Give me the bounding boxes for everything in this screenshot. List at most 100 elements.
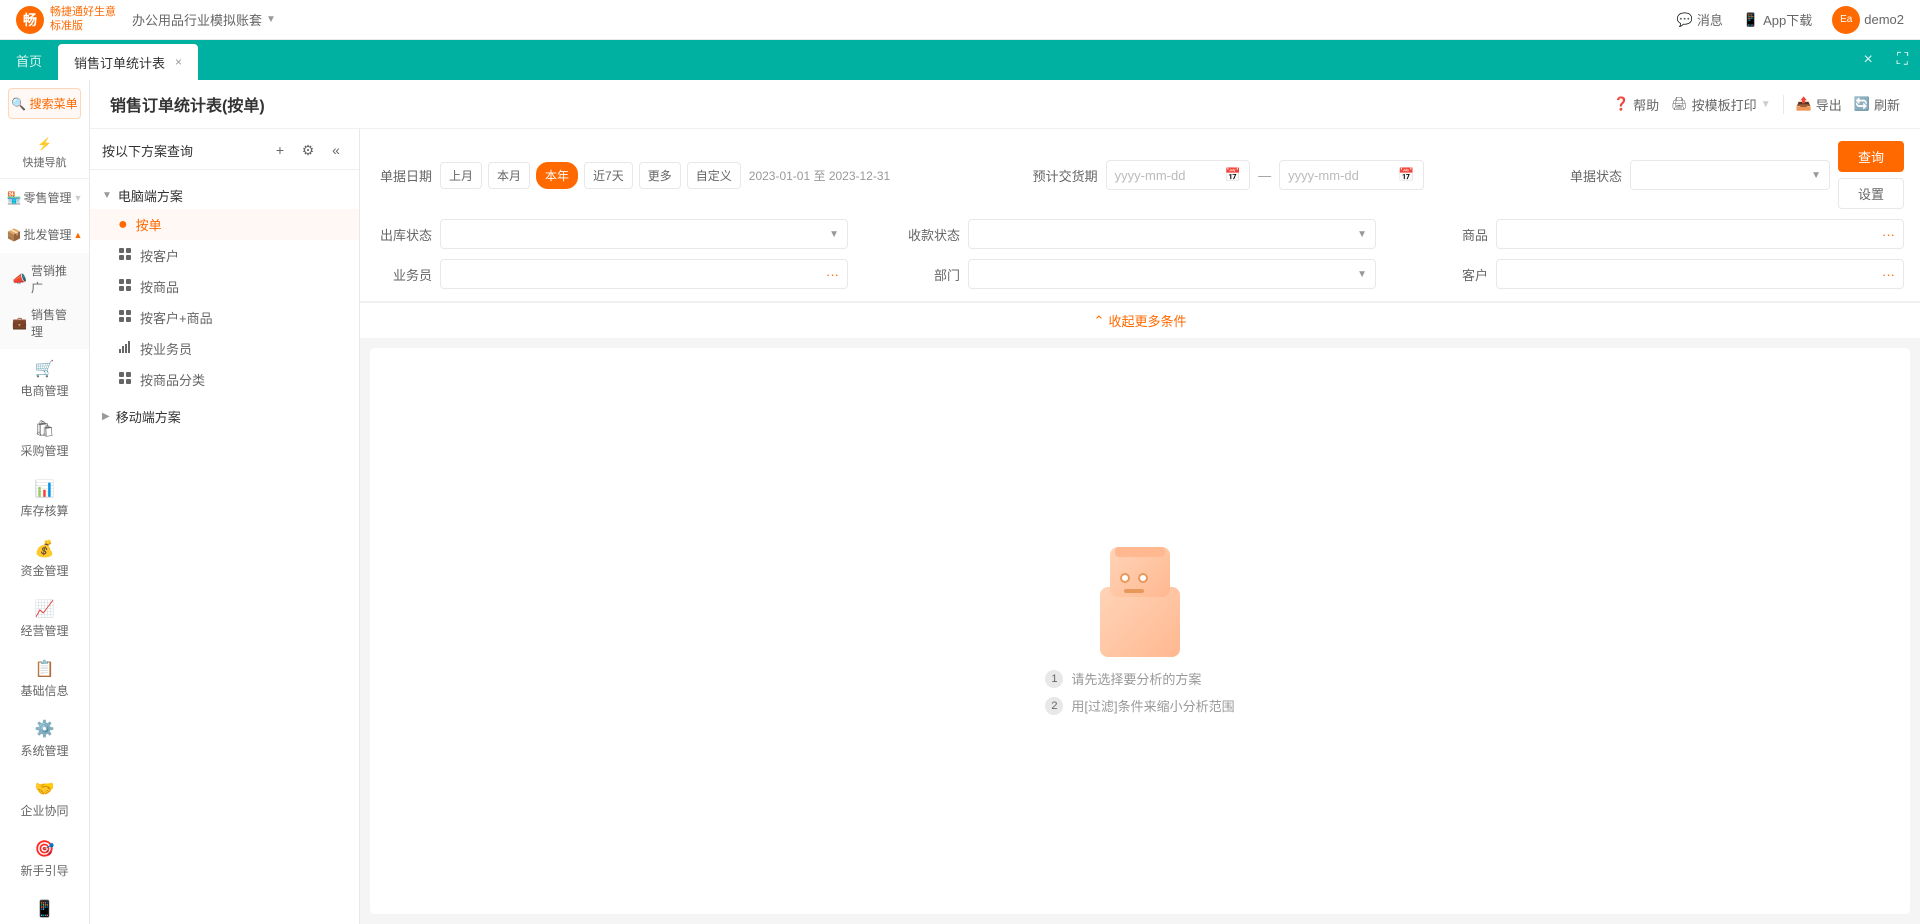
sidebar-item-operation[interactable]: 📈 经营管理 [0, 589, 89, 649]
page-title: 销售订单统计表(按单) [110, 92, 265, 128]
collapse-filters-button[interactable]: ⌃ 收起更多条件 [360, 302, 1920, 338]
delivery-status-select[interactable]: ▼ [440, 219, 848, 249]
payment-dropdown-icon: ▼ [1357, 229, 1367, 240]
tab-close-all-button[interactable]: × [1851, 51, 1884, 69]
department-select[interactable]: ▼ [968, 259, 1376, 289]
calendar2-icon: 📅 [1398, 167, 1414, 183]
tip-2-text: 用[过滤]条件来缩小分析范围 [1071, 696, 1234, 715]
scheme-panel: 按以下方案查询 + ⚙ « [90, 129, 360, 924]
date-prev-month-btn[interactable]: 上月 [440, 162, 482, 189]
sidebar-item-sales-label: 销售管理 [31, 306, 77, 340]
sidebar-item-wholesale[interactable]: 📦 批发管理 ▲ [0, 216, 89, 253]
help-button[interactable]: ❓ 帮助 [1613, 95, 1659, 114]
tab-home[interactable]: 首页 [0, 40, 58, 80]
scheme-group-mobile-header[interactable]: ▶ 移动端方案 [90, 403, 359, 430]
customer-input[interactable]: ··· [1496, 259, 1904, 289]
user-name: demo2 [1864, 12, 1904, 27]
sidebar-item-retail[interactable]: 🏪 零售管理 ▼ [0, 179, 89, 216]
customer-ellipsis[interactable]: ··· [1882, 267, 1895, 282]
date-more-btn[interactable]: 更多 [639, 162, 681, 189]
filter-row-2: 出库状态 ▼ 收款状态 ▼ 商品 [376, 219, 1904, 249]
goods-ellipsis[interactable]: ··· [1882, 227, 1895, 242]
scheme-settings-button[interactable]: ⚙ [297, 139, 319, 161]
scheme-panel-header: 按以下方案查询 + ⚙ « [90, 139, 359, 170]
scheme-goods-icon [118, 278, 132, 295]
sidebar-item-finance[interactable]: 💰 资金管理 [0, 529, 89, 589]
scheme-item-by-category[interactable]: 按商品分类 [90, 364, 359, 395]
sidebar-item-newbie[interactable]: 🎯 新手引导 [0, 829, 89, 889]
status-select[interactable]: ▼ [1630, 160, 1830, 190]
expected-date-start-input[interactable]: yyyy-mm-dd 📅 [1106, 160, 1250, 190]
sidebar-item-inventory-label: 库存核算 [20, 502, 68, 519]
sidebar-item-basic[interactable]: 📋 基础信息 [0, 649, 89, 709]
user-area[interactable]: Ea demo2 [1832, 6, 1904, 34]
app-selector[interactable]: 办公用品行业模拟账套 ▼ [124, 6, 284, 33]
sidebar-item-purchase[interactable]: 🛍 采购管理 [0, 409, 89, 469]
scheme-group-desktop-label: 电脑端方案 [118, 186, 183, 205]
filter-row-3: 业务员 ··· 部门 ▼ 客户 ··· [376, 259, 1904, 289]
export-icon: 📤 [1796, 96, 1812, 112]
goods-input[interactable]: ··· [1496, 219, 1904, 249]
sidebar-item-sales[interactable]: 💼 销售管理 [8, 301, 81, 345]
tab-sales-order-label: 销售订单统计表 [74, 53, 165, 72]
scheme-item-by-salesman[interactable]: 按业务员 [90, 333, 359, 364]
tab-close-icon[interactable]: × [175, 55, 182, 69]
scheme-list: ▼ 电脑端方案 ● 按单 按客户 [90, 170, 359, 442]
topbar-right: 💬 消息 📱 App下载 Ea demo2 [1677, 6, 1904, 34]
tabbar-actions: × ⛶ [1851, 51, 1920, 69]
query-button[interactable]: 查询 [1838, 141, 1904, 172]
logo-text: 畅捷通好生意 标准版 [50, 6, 116, 32]
sidebar-item-quicknav[interactable]: ⚡ 快捷导航 [0, 127, 89, 179]
scheme-item-by-goods-label: 按商品 [140, 277, 179, 296]
scheme-item-by-goods[interactable]: 按商品 [90, 271, 359, 302]
sidebar-item-inventory[interactable]: 📊 库存核算 [0, 469, 89, 529]
sidebar-item-ecommerce[interactable]: 🛒 电商管理 [0, 349, 89, 409]
sidebar-item-apps[interactable]: 📱 应用中心 [0, 889, 89, 924]
refresh-button[interactable]: 🔄 刷新 [1854, 95, 1900, 114]
filter-area: 单据日期 上月 本月 本年 近7天 更多 自定义 2023-01-01 至 20… [360, 129, 1920, 302]
sidebar-item-enterprise[interactable]: 🤝 企业协同 [0, 769, 89, 829]
status-label: 单据状态 [1566, 166, 1622, 185]
date-last-7-days-btn[interactable]: 近7天 [584, 162, 633, 189]
date-custom-btn[interactable]: 自定义 [687, 162, 741, 189]
print-label: 按模板打印 [1692, 95, 1757, 114]
salesman-input[interactable]: ··· [440, 259, 848, 289]
basic-icon: 📋 [35, 659, 55, 679]
print-button[interactable]: 🖨 按模板打印 ▼ [1671, 95, 1783, 114]
app-selector-label: 办公用品行业模拟账套 [132, 10, 262, 29]
collapse-chevron-icon: ⌃ [1094, 313, 1105, 329]
logo-char: 畅 [23, 10, 37, 30]
date-range-display: 2023-01-01 至 2023-12-31 [749, 167, 890, 184]
help-icon: ❓ [1613, 96, 1629, 112]
sidebar-wholesale-sub: 📣 营销推广 💼 销售管理 [0, 253, 89, 349]
date-this-month-btn[interactable]: 本月 [488, 162, 530, 189]
tab-sales-order[interactable]: 销售订单统计表 × [58, 44, 198, 80]
expected-date-end-placeholder: yyyy-mm-dd [1288, 168, 1359, 183]
search-menu-button[interactable]: 🔍 搜索菜单 [8, 88, 81, 119]
inventory-icon: 📊 [35, 479, 55, 499]
chevron-icon2: ▲ [74, 230, 83, 240]
scheme-collapse-button[interactable]: « [325, 139, 347, 161]
scheme-item-by-order[interactable]: ● 按单 [90, 209, 359, 240]
sidebar-item-marketing[interactable]: 📣 营销推广 [8, 257, 81, 301]
expected-date-end-input[interactable]: yyyy-mm-dd 📅 [1279, 160, 1423, 190]
message-button[interactable]: 💬 消息 [1677, 10, 1723, 29]
page-actions: ❓ 帮助 🖨 按模板打印 ▼ 📤 导出 🔄 刷新 [1613, 95, 1900, 126]
avatar: Ea [1832, 6, 1860, 34]
tab-fullscreen-button[interactable]: ⛶ [1885, 51, 1920, 69]
payment-status-select[interactable]: ▼ [968, 219, 1376, 249]
settings-button[interactable]: 设置 [1838, 178, 1904, 209]
scheme-item-by-customer-goods[interactable]: 按客户+商品 [90, 302, 359, 333]
scheme-group-desktop-header[interactable]: ▼ 电脑端方案 [90, 182, 359, 209]
app-download-button[interactable]: 📱 App下载 [1743, 10, 1812, 29]
tip-1-text: 请先选择要分析的方案 [1071, 669, 1201, 688]
export-button[interactable]: 📤 导出 [1796, 95, 1842, 114]
refresh-icon: 🔄 [1854, 96, 1870, 112]
expected-date-label: 预计交货期 [1033, 166, 1098, 185]
salesman-ellipsis[interactable]: ··· [826, 267, 839, 282]
date-this-year-btn[interactable]: 本年 [536, 162, 578, 189]
scheme-item-by-customer[interactable]: 按客户 [90, 240, 359, 271]
sidebar-item-system[interactable]: ⚙️ 系统管理 [0, 709, 89, 769]
scheme-add-button[interactable]: + [269, 139, 291, 161]
chevron-icon: ▼ [74, 193, 83, 203]
